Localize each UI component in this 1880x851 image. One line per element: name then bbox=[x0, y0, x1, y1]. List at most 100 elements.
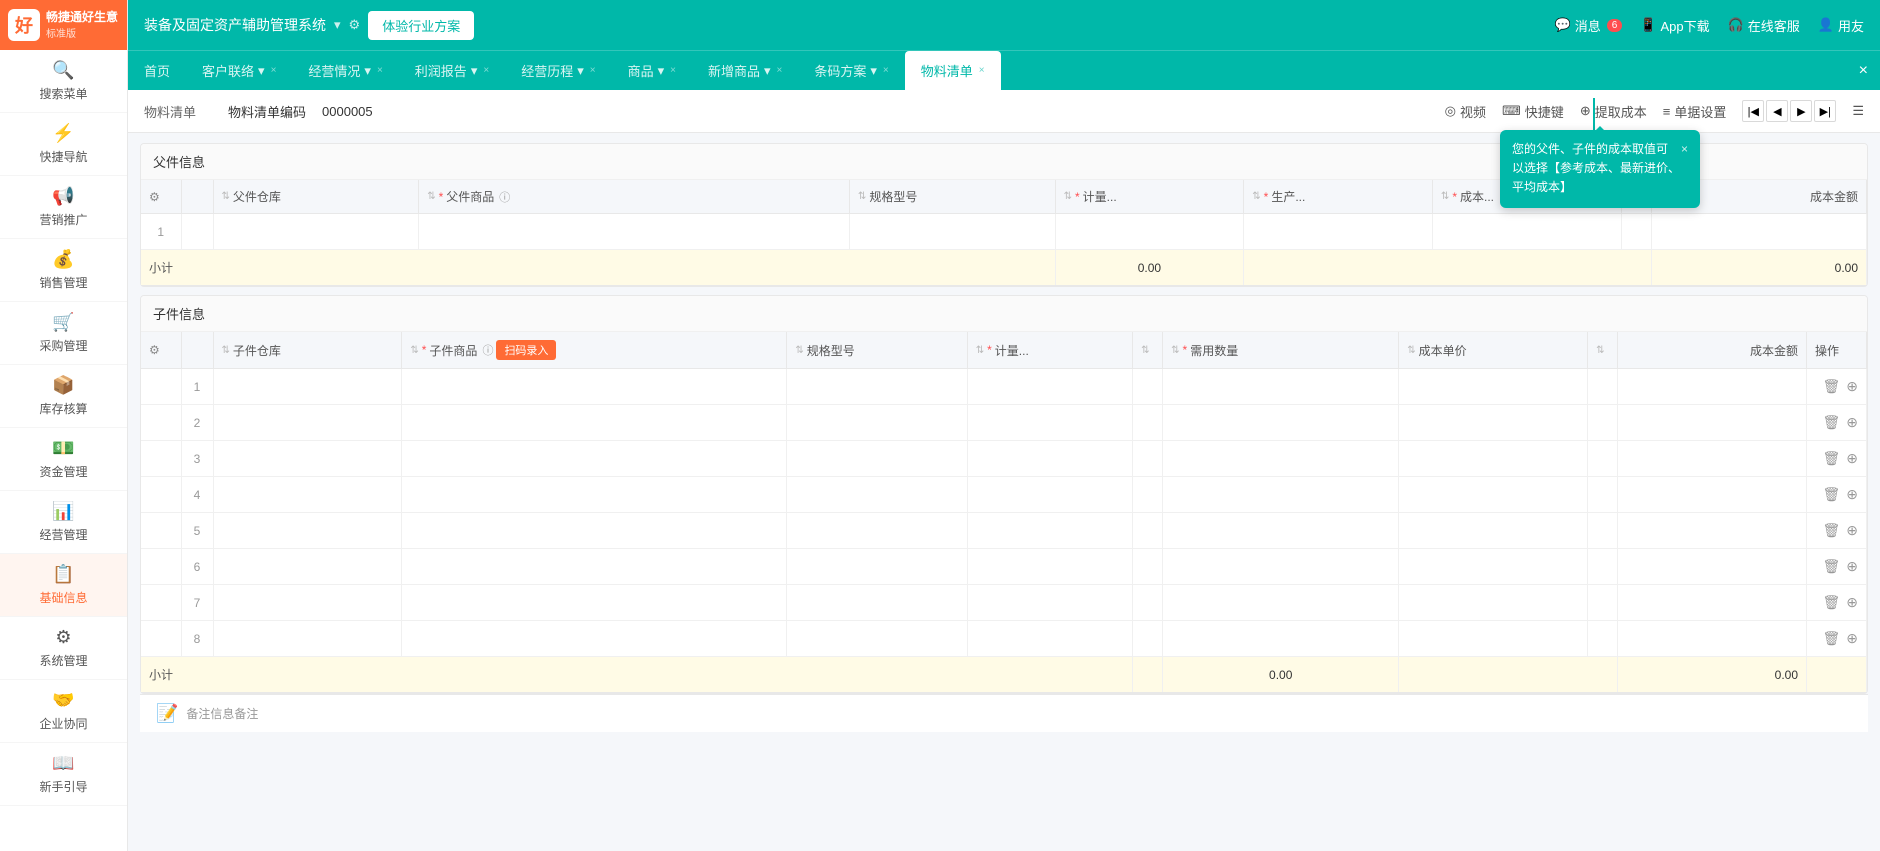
parent-gear-icon[interactable]: ⚙ bbox=[149, 190, 160, 204]
child-row-6-unit[interactable] bbox=[967, 549, 1132, 585]
child-row-5-warehouse[interactable] bbox=[213, 513, 402, 549]
child-row-3-qty[interactable] bbox=[1163, 441, 1399, 477]
child-row-7-unit-cost[interactable] bbox=[1399, 585, 1588, 621]
child-row-6-qty[interactable] bbox=[1163, 549, 1399, 585]
child-row-4-copy-icon[interactable]: ⊕ bbox=[1846, 486, 1858, 503]
child-row-4-unit-cost[interactable] bbox=[1399, 477, 1588, 513]
scan-button[interactable]: 扫码录入 bbox=[496, 340, 556, 360]
child-row-5-unit-cost[interactable] bbox=[1399, 513, 1588, 549]
child-row-4-spec[interactable] bbox=[787, 477, 967, 513]
video-action[interactable]: ◎ 视频 bbox=[1445, 102, 1486, 121]
child-row-6-copy-icon[interactable]: ⊕ bbox=[1846, 558, 1858, 575]
child-row-6-spec[interactable] bbox=[787, 549, 967, 585]
child-row-7-spec[interactable] bbox=[787, 585, 967, 621]
tab-customer[interactable]: 客户联络 ▾ × bbox=[186, 51, 292, 90]
tab-barcode-close[interactable]: × bbox=[883, 65, 889, 76]
tab-history-close[interactable]: × bbox=[590, 65, 596, 76]
child-row-7-qty[interactable] bbox=[1163, 585, 1399, 621]
child-row-5-product[interactable] bbox=[402, 513, 787, 549]
child-row-3-unit[interactable] bbox=[967, 441, 1132, 477]
child-row-5-spec[interactable] bbox=[787, 513, 967, 549]
tab-operations[interactable]: 经营情况 ▾ × bbox=[292, 51, 398, 90]
child-row-3-warehouse[interactable] bbox=[213, 441, 402, 477]
child-row-5-copy-icon[interactable]: ⊕ bbox=[1846, 522, 1858, 539]
child-row-1-delete-icon[interactable]: 🗑 bbox=[1822, 378, 1840, 395]
child-row-8-spec[interactable] bbox=[787, 621, 967, 657]
child-row-7-copy-icon[interactable]: ⊕ bbox=[1846, 594, 1858, 611]
parent-row-1-product[interactable] bbox=[419, 214, 850, 250]
child-row-3-spec[interactable] bbox=[787, 441, 967, 477]
child-row-4-delete-icon[interactable]: 🗑 bbox=[1822, 486, 1840, 503]
parent-row-1-spec[interactable] bbox=[849, 214, 1055, 250]
child-row-2-copy-icon[interactable]: ⊕ bbox=[1846, 414, 1858, 431]
child-row-2-warehouse[interactable] bbox=[213, 405, 402, 441]
parent-row-1-warehouse[interactable] bbox=[213, 214, 419, 250]
child-row-5-qty[interactable] bbox=[1163, 513, 1399, 549]
sidebar-item-1[interactable]: ⚡快捷导航 bbox=[0, 113, 127, 176]
trial-button[interactable]: 体验行业方案 bbox=[368, 11, 474, 40]
child-row-8-product[interactable] bbox=[402, 621, 787, 657]
tab-goods[interactable]: 商品 ▾ × bbox=[612, 51, 692, 90]
child-row-2-qty[interactable] bbox=[1163, 405, 1399, 441]
child-row-1-spec[interactable] bbox=[787, 369, 967, 405]
sidebar-item-9[interactable]: ⚙系统管理 bbox=[0, 617, 127, 680]
parent-col-settings[interactable]: ⚙ bbox=[141, 180, 181, 214]
child-row-4-product[interactable] bbox=[402, 477, 787, 513]
child-row-6-product[interactable] bbox=[402, 549, 787, 585]
child-row-8-unit[interactable] bbox=[967, 621, 1132, 657]
child-gear-icon[interactable]: ⚙ bbox=[149, 343, 160, 357]
child-row-5-unit[interactable] bbox=[967, 513, 1132, 549]
child-row-6-unit-cost[interactable] bbox=[1399, 549, 1588, 585]
child-row-1-warehouse[interactable] bbox=[213, 369, 402, 405]
parent-row-1-produce[interactable] bbox=[1244, 214, 1433, 250]
tooltip-close-btn[interactable]: × bbox=[1681, 140, 1688, 159]
child-row-1-qty[interactable] bbox=[1163, 369, 1399, 405]
tab-history[interactable]: 经营历程 ▾ × bbox=[505, 51, 611, 90]
shortcut-action[interactable]: ⌨ 快捷键 bbox=[1502, 102, 1564, 121]
child-row-1-unit[interactable] bbox=[967, 369, 1132, 405]
tab-operations-close[interactable]: × bbox=[377, 65, 383, 76]
child-row-2-product[interactable] bbox=[402, 405, 787, 441]
child-row-8-copy-icon[interactable]: ⊕ bbox=[1846, 630, 1858, 647]
child-row-7-delete-icon[interactable]: 🗑 bbox=[1822, 594, 1840, 611]
message-action[interactable]: 💬 消息 6 bbox=[1555, 16, 1623, 35]
child-row-6-delete-icon[interactable]: 🗑 bbox=[1822, 558, 1840, 575]
child-row-4-qty[interactable] bbox=[1163, 477, 1399, 513]
page-last-btn[interactable]: ▶| bbox=[1814, 100, 1836, 122]
child-row-8-unit-cost[interactable] bbox=[1399, 621, 1588, 657]
child-row-1-copy-icon[interactable]: ⊕ bbox=[1846, 378, 1858, 395]
sidebar-item-11[interactable]: 📖新手引导 bbox=[0, 743, 127, 806]
tab-profit[interactable]: 利润报告 ▾ × bbox=[399, 51, 505, 90]
child-row-5-delete-icon[interactable]: 🗑 bbox=[1822, 522, 1840, 539]
child-row-4-warehouse[interactable] bbox=[213, 477, 402, 513]
user-action[interactable]: 👤 用友 bbox=[1818, 16, 1864, 35]
parent-row-1-unit[interactable] bbox=[1055, 214, 1244, 250]
child-row-1-product[interactable] bbox=[402, 369, 787, 405]
sidebar-item-7[interactable]: 📊经营管理 bbox=[0, 491, 127, 554]
sidebar-item-8[interactable]: 📋基础信息 bbox=[0, 554, 127, 617]
tab-profit-close[interactable]: × bbox=[483, 65, 489, 76]
child-row-7-product[interactable] bbox=[402, 585, 787, 621]
list-view-action[interactable]: ☰ bbox=[1852, 103, 1864, 119]
child-row-8-delete-icon[interactable]: 🗑 bbox=[1822, 630, 1840, 647]
child-row-3-unit-cost[interactable] bbox=[1399, 441, 1588, 477]
page-prev-btn[interactable]: ◀ bbox=[1766, 100, 1788, 122]
tab-bom-close[interactable]: × bbox=[979, 65, 985, 76]
tab-barcode[interactable]: 条码方案 ▾ × bbox=[798, 51, 904, 90]
parent-row-1-cost[interactable] bbox=[1432, 214, 1621, 250]
child-row-3-product[interactable] bbox=[402, 441, 787, 477]
sidebar-item-5[interactable]: 📦库存核算 bbox=[0, 365, 127, 428]
tab-new-goods-close[interactable]: × bbox=[777, 65, 783, 76]
sidebar-item-0[interactable]: 🔍搜索菜单 bbox=[0, 50, 127, 113]
child-row-2-unit[interactable] bbox=[967, 405, 1132, 441]
child-row-4-unit[interactable] bbox=[967, 477, 1132, 513]
sidebar-item-2[interactable]: 📢营销推广 bbox=[0, 176, 127, 239]
child-row-2-spec[interactable] bbox=[787, 405, 967, 441]
online-service-action[interactable]: 🎧 在线客服 bbox=[1728, 16, 1800, 35]
doc-settings-action[interactable]: ≡ 单据设置 bbox=[1663, 102, 1727, 121]
child-col-settings[interactable]: ⚙ bbox=[141, 332, 181, 369]
tab-goods-close[interactable]: × bbox=[670, 65, 676, 76]
tab-new-goods[interactable]: 新增商品 ▾ × bbox=[692, 51, 798, 90]
tab-home[interactable]: 首页 bbox=[128, 51, 186, 90]
child-row-7-warehouse[interactable] bbox=[213, 585, 402, 621]
